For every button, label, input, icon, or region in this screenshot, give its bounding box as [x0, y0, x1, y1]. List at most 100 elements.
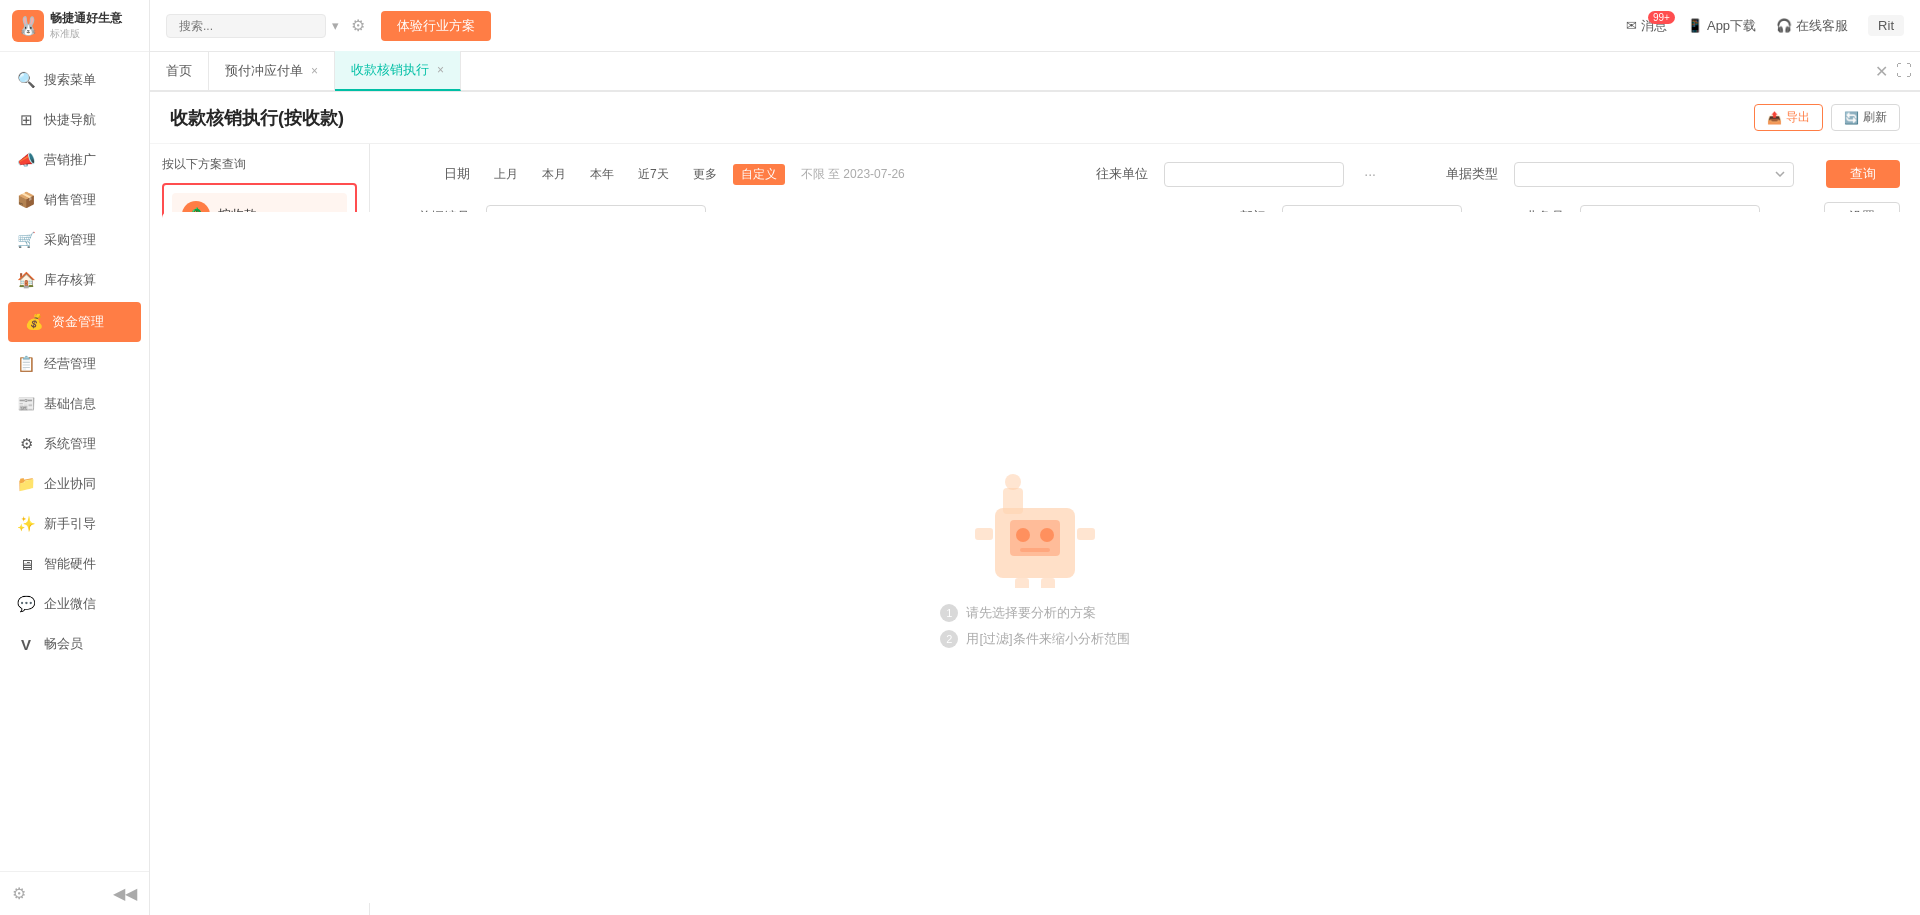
empty-tip-1: 1 请先选择要分析的方案: [940, 604, 1129, 622]
sidebar-item-finance[interactable]: 💰 资金管理: [8, 302, 141, 342]
marketing-icon: 📣: [16, 150, 36, 170]
topbar: ▾ ⚙ 体验行业方案 ✉ 消息 99+ 📱 App下载 🎧 在线客服 Rit: [150, 0, 1920, 52]
content-toolbar: 📤 导出 🔄 刷新: [1754, 104, 1900, 143]
date-custom-badge[interactable]: 自定义: [733, 164, 785, 185]
sidebar-item-purchase[interactable]: 🛒 采购管理: [0, 220, 149, 260]
app-icon: 📱: [1687, 18, 1703, 33]
sidebar-item-enterprise[interactable]: 📁 企业协同: [0, 464, 149, 504]
sidebar-item-inventory[interactable]: 🏠 库存核算: [0, 260, 149, 300]
query-button[interactable]: 查询: [1826, 160, 1900, 188]
message-badge: 99+: [1648, 11, 1675, 24]
counterparty-ellipsis[interactable]: ···: [1364, 166, 1376, 182]
topbar-dropdown-icon[interactable]: ▾: [332, 18, 339, 33]
sidebar-item-operations[interactable]: 📋 经营管理: [0, 344, 149, 384]
solution-button[interactable]: 体验行业方案: [381, 11, 491, 41]
date-last-7-days[interactable]: 近7天: [630, 163, 677, 186]
system-icon: ⚙: [16, 434, 36, 454]
date-label: 日期: [410, 165, 470, 183]
sidebar-item-member[interactable]: V 畅会员: [0, 624, 149, 664]
tab-receipt-writeoff-close[interactable]: ×: [437, 63, 444, 77]
doc-type-label: 单据类型: [1428, 165, 1498, 183]
topbar-search-input[interactable]: [166, 14, 326, 38]
filter-row-1: 日期 上月 本月 本年 近7天 更多 自定义 不限 至 2023-07-26: [410, 160, 1900, 188]
empty-illustration: [965, 468, 1105, 588]
counterparty-input[interactable]: [1164, 162, 1344, 187]
main-area: ▾ ⚙ 体验行业方案 ✉ 消息 99+ 📱 App下载 🎧 在线客服 Rit 首…: [150, 0, 1920, 915]
sidebar-item-system[interactable]: ⚙ 系统管理: [0, 424, 149, 464]
filter-data-container: 按以下方案查询 💲 按收款 🕐 按应收 《: [150, 144, 1920, 915]
date-this-month[interactable]: 本月: [534, 163, 574, 186]
sales-icon: 📦: [16, 190, 36, 210]
svg-rect-8: [1041, 578, 1055, 588]
basic-info-icon: 📰: [16, 394, 36, 414]
counterparty-label: 往来单位: [1078, 165, 1148, 183]
tab-prepayment[interactable]: 预付冲应付单 ×: [209, 51, 335, 91]
message-icon: ✉: [1626, 18, 1637, 33]
empty-tips: 1 请先选择要分析的方案 2 用[过滤]条件来缩小分析范围: [940, 604, 1129, 648]
online-service-button[interactable]: 🎧 在线客服: [1776, 17, 1848, 35]
hardware-icon: 🖥: [16, 554, 36, 574]
tab-prepayment-close[interactable]: ×: [311, 64, 318, 78]
logo-icon: 🐰: [12, 10, 44, 42]
tabbar: 首页 预付冲应付单 × 收款核销执行 × ✕ ⛶: [150, 52, 1920, 92]
empty-svg: [965, 468, 1105, 588]
sidebar-item-marketing[interactable]: 📣 营销推广: [0, 140, 149, 180]
empty-state: 1 请先选择要分析的方案 2 用[过滤]条件来缩小分析范围: [940, 468, 1129, 648]
sidebar-item-guide[interactable]: ✨ 新手引导: [0, 504, 149, 544]
tip-num-2: 2: [940, 630, 958, 648]
refresh-button[interactable]: 🔄 刷新: [1831, 104, 1900, 131]
message-button[interactable]: ✉ 消息 99+: [1626, 17, 1667, 35]
page-title: 收款核销执行(按收款): [170, 106, 344, 130]
date-note: 不限 至 2023-07-26: [801, 166, 905, 183]
service-icon: 🎧: [1776, 18, 1792, 33]
guide-icon: ✨: [16, 514, 36, 534]
doc-type-select-wrapper: [1514, 162, 1794, 187]
sidebar: 🐰 畅捷通好生意 标准版 🔍 搜索菜单 ⊞ 快捷导航 📣 营销推广 📦 销售管理…: [0, 0, 150, 915]
tip-num-1: 1: [940, 604, 958, 622]
wechat-icon: 💬: [16, 594, 36, 614]
date-last-month[interactable]: 上月: [486, 163, 526, 186]
sidebar-bottom: ⚙ ◀◀: [0, 871, 149, 915]
date-this-year[interactable]: 本年: [582, 163, 622, 186]
finance-icon: 💰: [24, 312, 44, 332]
content-area: 收款核销执行(按收款) 📤 导出 🔄 刷新 按以下方案查询: [150, 92, 1920, 915]
inventory-icon: 🏠: [16, 270, 36, 290]
collapse-icon[interactable]: ◀◀: [113, 884, 137, 903]
svg-rect-5: [975, 528, 993, 540]
date-shortcuts: 上月 本月 本年 近7天 更多 自定义: [486, 163, 785, 186]
search-icon: 🔍: [16, 70, 36, 90]
date-more[interactable]: 更多: [685, 163, 725, 186]
svg-point-10: [1005, 474, 1021, 490]
data-area: 1 请先选择要分析的方案 2 用[过滤]条件来缩小分析范围: [162, 212, 1908, 903]
sidebar-item-quick-nav[interactable]: ⊞ 快捷导航: [0, 100, 149, 140]
export-icon: 📤: [1767, 111, 1782, 125]
sidebar-item-basic-info[interactable]: 📰 基础信息: [0, 384, 149, 424]
doc-type-select[interactable]: [1514, 162, 1794, 187]
sidebar-item-sales[interactable]: 📦 销售管理: [0, 180, 149, 220]
sidebar-item-wechat[interactable]: 💬 企业微信: [0, 584, 149, 624]
empty-tip-2: 2 用[过滤]条件来缩小分析范围: [940, 630, 1129, 648]
content-header: 收款核销执行(按收款) 📤 导出 🔄 刷新: [150, 92, 1920, 143]
sidebar-item-hardware[interactable]: 🖥 智能硬件: [0, 544, 149, 584]
svg-point-2: [1016, 528, 1030, 542]
settings-bottom-icon[interactable]: ⚙: [12, 884, 26, 903]
member-icon: V: [16, 634, 36, 654]
purchase-icon: 🛒: [16, 230, 36, 250]
svg-rect-9: [1003, 488, 1023, 514]
app-download-button[interactable]: 📱 App下载: [1687, 17, 1756, 35]
topbar-gear-icon[interactable]: ⚙: [351, 16, 365, 35]
grid-icon: ⊞: [16, 110, 36, 130]
refresh-icon: 🔄: [1844, 111, 1859, 125]
sidebar-item-search[interactable]: 🔍 搜索菜单: [0, 60, 149, 100]
export-button[interactable]: 📤 导出: [1754, 104, 1823, 131]
tabbar-expand-button[interactable]: ⛶: [1896, 62, 1912, 80]
tab-home[interactable]: 首页: [150, 51, 209, 91]
svg-point-3: [1040, 528, 1054, 542]
svg-rect-6: [1077, 528, 1095, 540]
user-info[interactable]: Rit: [1868, 15, 1904, 36]
tabbar-close-button[interactable]: ✕: [1875, 62, 1888, 81]
tab-receipt-writeoff[interactable]: 收款核销执行 ×: [335, 51, 461, 91]
logo-text: 畅捷通好生意 标准版: [50, 10, 122, 41]
filter-panel-title: 按以下方案查询: [162, 156, 357, 173]
sidebar-logo: 🐰 畅捷通好生意 标准版: [0, 0, 149, 52]
